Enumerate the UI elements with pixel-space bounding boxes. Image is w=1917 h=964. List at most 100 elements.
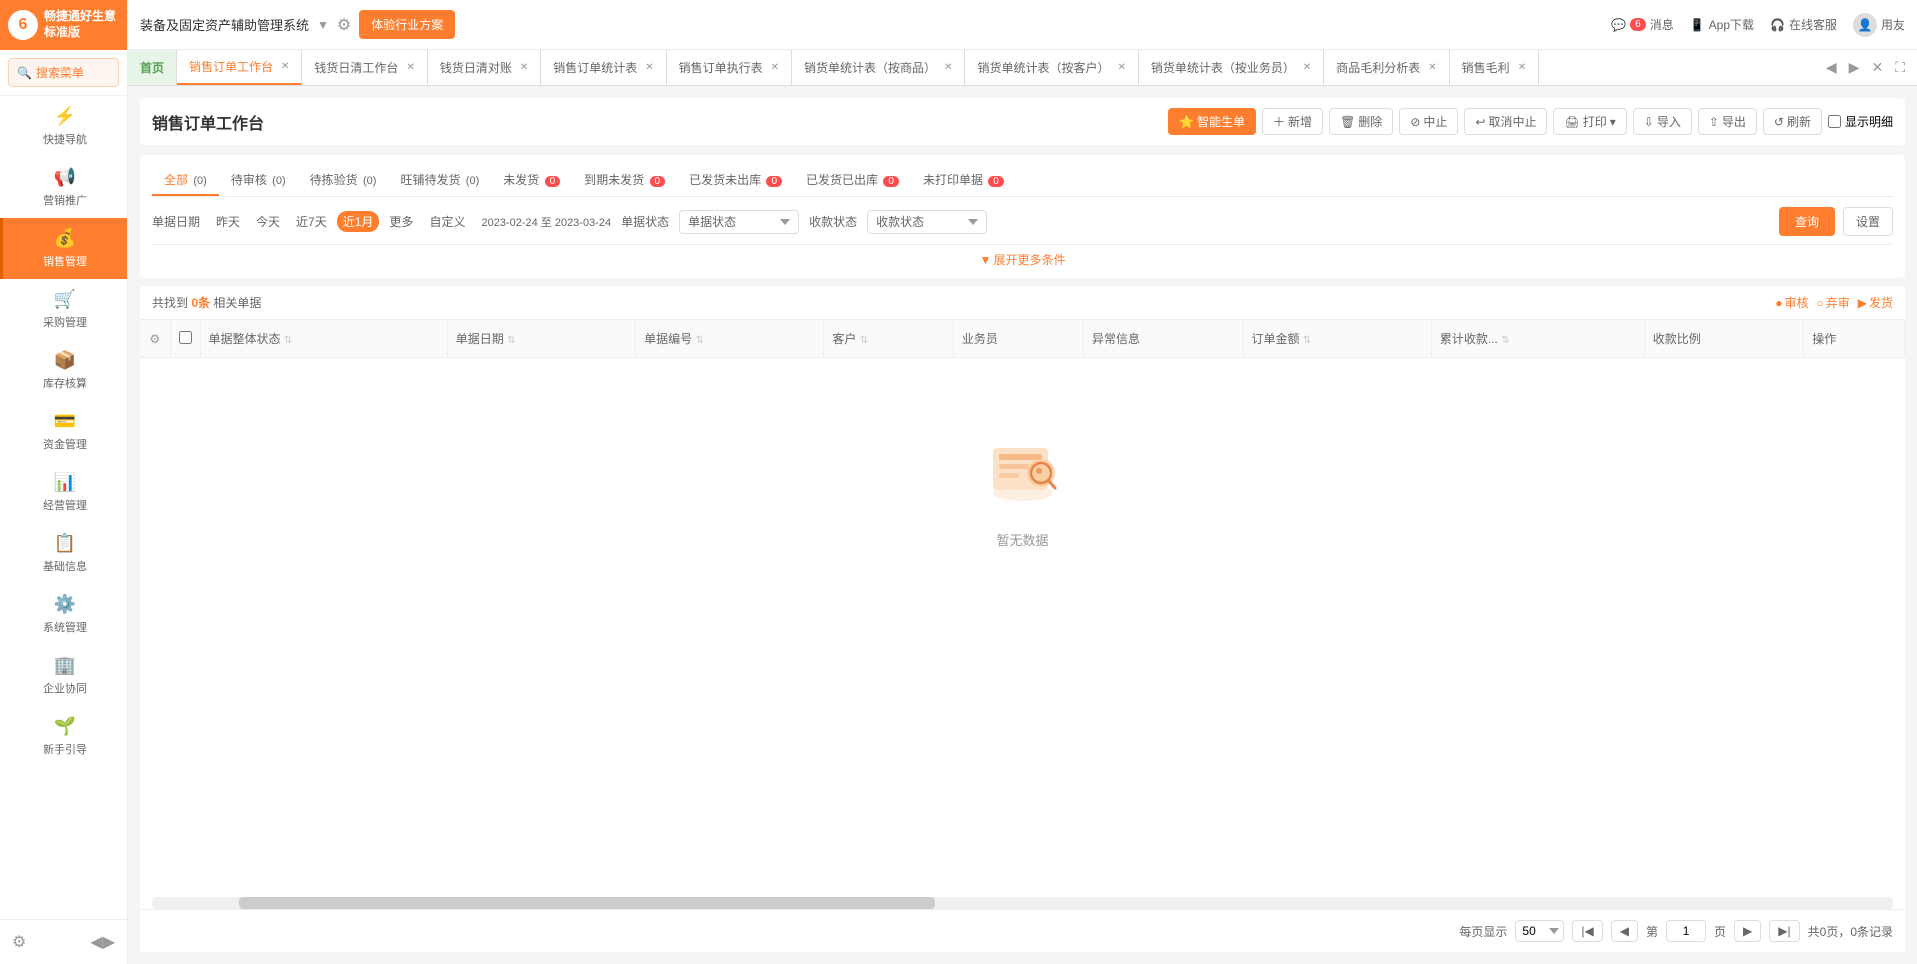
th-actions: 操作 [1804,320,1905,358]
tab-close-customer[interactable]: ✕ [1117,62,1125,73]
sidebar-item-inventory[interactable]: 📦 库存核算 [0,340,127,401]
date-btn-more[interactable]: 更多 [383,211,419,232]
date-btn-custom[interactable]: 自定义 [423,211,471,232]
add-btn[interactable]: ＋ 新增 [1262,108,1323,135]
page-last-btn[interactable]: ▶| [1769,920,1799,942]
tab-prev-btn[interactable]: ◀ [1822,57,1841,78]
approve-batch-btn[interactable]: ● 审核 [1775,294,1808,311]
ship-batch-btn[interactable]: ▶ 发货 [1858,294,1893,311]
tab-sales-goods[interactable]: 销货单统计表（按商品） ✕ [792,50,965,85]
query-btn[interactable]: 查询 [1779,207,1835,236]
sidebar-item-enterprise[interactable]: 🏢 企业协同 [0,645,127,706]
filter-tab-shipped-out[interactable]: 已发货已出库 0 [794,165,911,196]
filter-tab-pending-review[interactable]: 待审核 (0) [219,165,298,196]
search-menu-button[interactable]: 🔍 搜索菜单 [8,58,119,87]
online-service-item[interactable]: 🎧 在线客服 [1770,16,1837,33]
tab-sales-workbench[interactable]: 销售订单工作台 ✕ [177,50,302,85]
smart-gen-btn[interactable]: ⭐ 智能生单 [1168,108,1256,135]
page-prev-btn[interactable]: ◀ [1611,920,1638,942]
expand-btn[interactable]: ▼ 展开更多条件 [980,251,1066,268]
table-wrapper[interactable]: ⚙ 单据整体状态 ⇅ 单据日期 ⇅ 单据编号 [140,320,1905,897]
sidebar-collapse-btn[interactable]: ◀▶ [86,928,119,956]
page-first-btn[interactable]: |◀ [1572,920,1602,942]
delete-btn[interactable]: 🗑 删除 [1329,108,1393,135]
tab-close-sales[interactable]: ✕ [281,61,289,72]
date-btn-yesterday[interactable]: 昨天 [210,211,246,232]
app-download-item[interactable]: 📱 App下载 [1690,16,1754,33]
sidebar-item-operations[interactable]: 📊 经营管理 [0,462,127,523]
filter-settings-btn[interactable]: 设置 [1843,207,1893,236]
sidebar-item-beginner[interactable]: 🌱 新手引导 [0,706,127,767]
show-detail-toggle[interactable]: 显示明细 [1828,113,1893,130]
refresh-btn[interactable]: ↺ 刷新 [1763,108,1822,135]
tab-gross-profit[interactable]: 商品毛利分析表 ✕ [1324,50,1449,85]
message-badge: 6 [1630,18,1646,31]
tab-maximize-btn[interactable]: ⛶ [1891,57,1909,78]
filter-tab-overdue[interactable]: 到期未发货 0 [572,165,677,196]
date-btn-1month[interactable]: 近1月 [337,211,380,232]
tab-close-profit[interactable]: ✕ [1518,62,1526,73]
tab-close-staff[interactable]: ✕ [1303,62,1311,73]
tab-cash-reconcile[interactable]: 钱货日清对账 ✕ [428,50,541,85]
show-detail-checkbox[interactable] [1828,115,1841,128]
tab-next-btn[interactable]: ▶ [1845,57,1864,78]
date-btn-today[interactable]: 今天 [250,211,286,232]
sidebar-settings-btn[interactable]: ⚙ [8,928,30,956]
filter-tab-wangpu[interactable]: 旺铺待发货 (0) [388,165,491,196]
sidebar-item-purchase[interactable]: 🛒 采购管理 [0,279,127,340]
message-item[interactable]: 💬 6 消息 [1611,16,1674,33]
user-item[interactable]: 👤 用友 [1853,13,1905,37]
select-all-checkbox[interactable] [179,331,192,344]
sidebar-item-basic-info[interactable]: 📋 基础信息 [0,523,127,584]
tab-close-reconcile[interactable]: ✕ [520,62,528,73]
sidebar-item-finance[interactable]: 💳 资金管理 [0,401,127,462]
cancel-pause-btn[interactable]: ↩ 取消中止 [1464,108,1547,135]
import-btn[interactable]: ⇩ 导入 [1633,108,1692,135]
export-btn[interactable]: ⇧ 导出 [1698,108,1757,135]
industry-btn[interactable]: 体验行业方案 [359,10,455,39]
system-dropdown-btn[interactable]: ▼ [317,18,329,32]
page-input[interactable] [1666,920,1706,942]
sort-amount-icon[interactable]: ⇅ [1303,335,1311,346]
date-btn-7days[interactable]: 近7天 [290,211,333,232]
tab-sales-customer[interactable]: 销货单统计表（按客户） ✕ [965,50,1138,85]
tab-sales-stats[interactable]: 销售订单统计表 ✕ [541,50,666,85]
tab-close-goods[interactable]: ✕ [944,62,952,73]
tab-sales-profit[interactable]: 销售毛利 ✕ [1450,50,1539,85]
tab-close-stats[interactable]: ✕ [645,62,653,73]
page-next-btn[interactable]: ▶ [1734,920,1761,942]
filter-tab-pending-check[interactable]: 待拣验货 (0) [298,165,389,196]
sort-date-icon[interactable]: ⇅ [507,335,515,346]
filter-tab-all[interactable]: 全部 (0) [152,165,219,196]
sidebar-item-sales[interactable]: 💰 销售管理 [0,218,127,279]
payment-select[interactable]: 收款状态 [867,210,987,234]
tab-cash-daily[interactable]: 钱货日清工作台 ✕ [302,50,427,85]
horizontal-scroll[interactable] [152,897,1893,909]
settings-gear-btn[interactable]: ⚙ [337,15,351,35]
tab-close-gross[interactable]: ✕ [1428,62,1436,73]
sort-status-icon[interactable]: ⇅ [284,335,292,346]
sidebar-item-quick-nav[interactable]: ⚡ 快捷导航 [0,96,127,157]
filter-tab-unshipped[interactable]: 未发货 0 [491,165,572,196]
unapprove-batch-btn[interactable]: ○ 弃审 [1816,294,1849,311]
tab-home[interactable]: 首页 [128,50,177,85]
tab-sales-staff[interactable]: 销货单统计表（按业务员） ✕ [1139,50,1324,85]
tab-close-all-btn[interactable]: ✕ [1867,57,1887,78]
print-btn[interactable]: 🖨 打印 ▾ [1553,108,1626,135]
payment-label: 收款状态 [809,213,857,230]
tab-sales-exec[interactable]: 销售订单执行表 ✕ [667,50,792,85]
tab-close-exec[interactable]: ✕ [771,62,779,73]
tab-close-cash-daily[interactable]: ✕ [406,62,414,73]
filter-tab-shipped-not-out[interactable]: 已发货未出库 0 [677,165,794,196]
th-settings[interactable]: ⚙ [140,320,170,358]
page-size-select[interactable]: 10 20 50 100 [1515,920,1564,942]
filter-tab-unprinted[interactable]: 未打印单据 0 [911,165,1016,196]
th-checkbox[interactable] [170,320,200,358]
sort-number-icon[interactable]: ⇅ [695,335,703,346]
sidebar-item-marketing[interactable]: 📢 营销推广 [0,157,127,218]
sort-customer-icon[interactable]: ⇅ [860,335,868,346]
sort-collected-icon[interactable]: ⇅ [1501,335,1509,346]
pause-btn[interactable]: ⊘ 中止 [1399,108,1458,135]
status-select[interactable]: 单据状态 [679,210,799,234]
sidebar-item-system[interactable]: ⚙️ 系统管理 [0,584,127,645]
